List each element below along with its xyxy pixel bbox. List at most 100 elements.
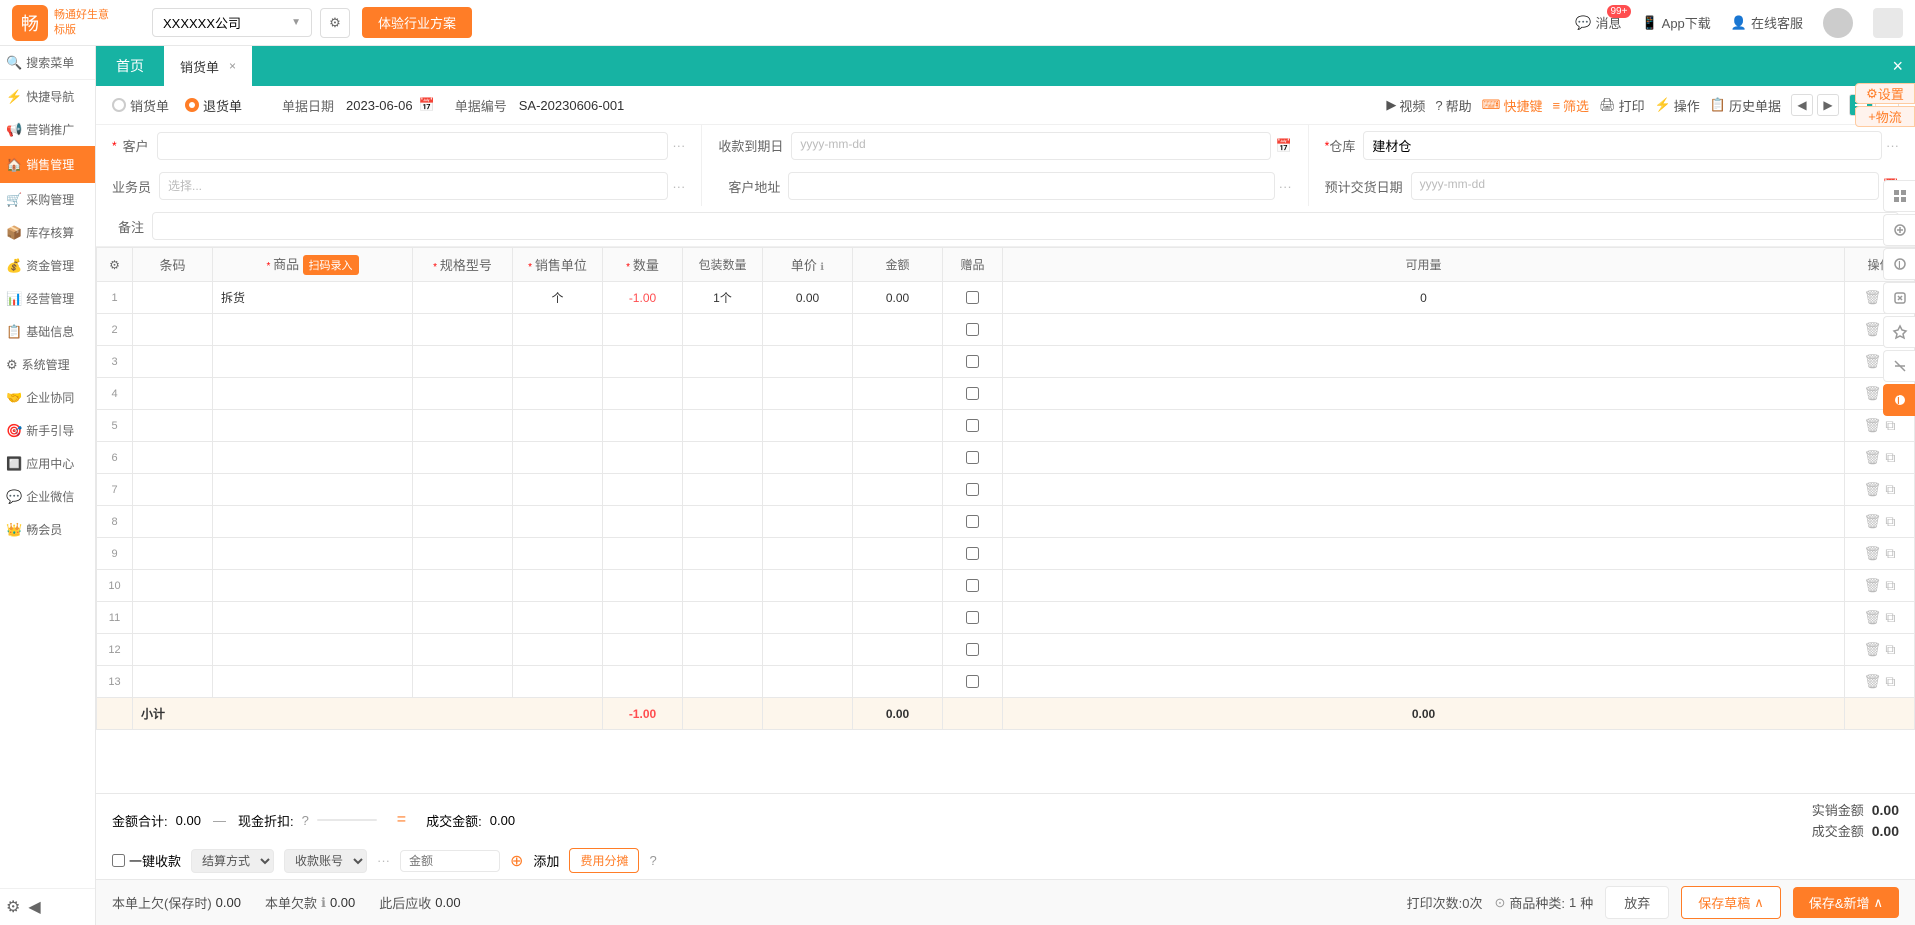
row-amount[interactable]: 0.00: [853, 282, 943, 314]
discount-value-field[interactable]: [317, 819, 377, 821]
delete-row-icon[interactable]: 🗑: [1864, 481, 1882, 498]
product-types-icon[interactable]: ⊙: [1494, 895, 1505, 911]
copy-row-icon[interactable]: ⧉: [1885, 673, 1895, 690]
app-download-button[interactable]: 📱 App下载: [1641, 13, 1710, 32]
gift-checkbox[interactable]: [966, 419, 979, 432]
delete-row-icon[interactable]: 🗑: [1864, 417, 1882, 434]
message-button[interactable]: 💬 消息 99+: [1575, 13, 1621, 32]
customer-dots[interactable]: ···: [672, 138, 685, 153]
settings-button[interactable]: ⚙: [320, 8, 350, 38]
delete-row-icon[interactable]: 🗑: [1864, 353, 1882, 370]
copy-row-icon[interactable]: ⧉: [1885, 417, 1895, 434]
sidebar-item-sales[interactable]: 🏠 销售管理: [0, 146, 95, 183]
help-btn[interactable]: ? 帮助: [1435, 96, 1471, 115]
sidebar-item-app-center[interactable]: 🔲 应用中心: [0, 447, 95, 480]
settings-side-btn[interactable]: ⚙ 设置: [1855, 83, 1915, 104]
remark-input[interactable]: [152, 212, 1899, 240]
avatar[interactable]: [1823, 8, 1853, 38]
debt-info-icon[interactable]: ℹ: [321, 895, 326, 911]
copy-row-icon[interactable]: ⧉: [1885, 513, 1895, 530]
copy-row-icon[interactable]: ⧉: [1885, 609, 1895, 626]
one-click-payment-check[interactable]: [112, 854, 125, 867]
tab-sales-order[interactable]: 销货单 ×: [164, 46, 252, 86]
sidebar-item-purchase[interactable]: 🛒 采购管理: [0, 183, 95, 216]
gift-checkbox[interactable]: [966, 355, 979, 368]
sidebar-item-search[interactable]: 🔍 搜索菜单: [0, 46, 95, 80]
delete-row-icon[interactable]: 🗑: [1864, 385, 1882, 402]
save-draft-btn[interactable]: 保存草稿 ∧: [1681, 886, 1781, 919]
sidebar-item-inventory[interactable]: 📦 库存核算: [0, 216, 95, 249]
copy-row-icon[interactable]: ⧉: [1885, 577, 1895, 594]
discount-info-icon[interactable]: ?: [302, 813, 309, 828]
delete-row-icon[interactable]: 🗑: [1864, 321, 1882, 338]
due-date-calendar-icon[interactable]: 📅: [1275, 138, 1291, 154]
account-select[interactable]: 收款账号: [284, 849, 367, 873]
gift-checkbox[interactable]: [966, 291, 979, 304]
history-btn[interactable]: 📋 历史单据: [1710, 96, 1781, 115]
right-panel-btn-orange[interactable]: i: [1883, 384, 1915, 416]
row-unit[interactable]: 个: [513, 282, 603, 314]
company-selector[interactable]: XXXXXX公司 ▼: [152, 8, 312, 37]
row-qty[interactable]: -1.00: [603, 282, 683, 314]
sidebar-collapse-icon[interactable]: ◀: [28, 897, 40, 917]
radio-return-order[interactable]: 退货单: [185, 96, 242, 115]
sidebar-item-quick-nav[interactable]: ⚡ 快捷导航: [0, 80, 95, 113]
salesperson-input[interactable]: 选择...: [159, 172, 668, 200]
gift-checkbox[interactable]: [966, 611, 979, 624]
calc-method-select[interactable]: 结算方式: [191, 849, 274, 873]
delete-row-icon[interactable]: 🗑: [1864, 513, 1882, 530]
scan-barcode-btn[interactable]: 扫码录入: [303, 255, 359, 275]
row-barcode[interactable]: [133, 282, 213, 314]
account-dots[interactable]: ···: [377, 853, 390, 868]
delete-row-icon[interactable]: 🗑: [1864, 545, 1882, 562]
customer-address-input[interactable]: [788, 172, 1274, 200]
add-payment-icon[interactable]: ⊕: [510, 851, 523, 871]
right-panel-btn-6[interactable]: [1883, 350, 1915, 382]
row-price[interactable]: 0.00: [763, 282, 853, 314]
right-panel-btn-4[interactable]: [1883, 282, 1915, 314]
sidebar-item-wechat[interactable]: 💬 企业微信: [0, 480, 95, 513]
prev-arrow[interactable]: ◀: [1791, 94, 1813, 116]
online-service-button[interactable]: 👤 在线客服: [1731, 13, 1803, 32]
gift-checkbox[interactable]: [966, 643, 979, 656]
right-panel-btn-1[interactable]: [1883, 180, 1915, 212]
video-btn[interactable]: ▶ 视频: [1386, 96, 1425, 115]
sidebar-item-marketing[interactable]: 📢 营销推广: [0, 113, 95, 146]
copy-row-icon[interactable]: ⧉: [1885, 449, 1895, 466]
shortcut-btn[interactable]: ⌨ 快捷键: [1482, 96, 1543, 115]
gift-checkbox[interactable]: [966, 451, 979, 464]
sidebar-item-finance[interactable]: 💰 资金管理: [0, 249, 95, 282]
sidebar-item-guide[interactable]: 🎯 新手引导: [0, 414, 95, 447]
abandon-btn[interactable]: 放弃: [1605, 886, 1669, 919]
tab-home[interactable]: 首页: [96, 46, 164, 86]
warehouse-dots[interactable]: ···: [1886, 138, 1899, 153]
save-new-btn[interactable]: 保存&新增 ∧: [1793, 887, 1899, 918]
price-info-icon[interactable]: ℹ: [820, 262, 824, 273]
calendar-icon[interactable]: 📅: [419, 97, 435, 113]
tab-close-icon[interactable]: ×: [229, 59, 236, 73]
copy-row-icon[interactable]: ⧉: [1885, 641, 1895, 658]
delete-row-icon[interactable]: 🗑: [1864, 641, 1882, 658]
try-industry-button[interactable]: 体验行业方案: [362, 7, 472, 38]
customer-input[interactable]: [157, 132, 669, 160]
sidebar-item-enterprise[interactable]: 🤝 企业协同: [0, 381, 95, 414]
gift-checkbox[interactable]: [966, 675, 979, 688]
one-click-payment-checkbox[interactable]: 一键收款: [112, 851, 181, 870]
sidebar-item-basics[interactable]: 📋 基础信息: [0, 315, 95, 348]
delete-row-icon[interactable]: 🗑: [1864, 577, 1882, 594]
copy-row-icon[interactable]: ⧉: [1885, 545, 1895, 562]
delete-row-icon[interactable]: 🗑: [1864, 449, 1882, 466]
gift-checkbox[interactable]: [966, 515, 979, 528]
operate-btn[interactable]: ⚡ 操作: [1655, 96, 1700, 115]
right-panel-btn-3[interactable]: i: [1883, 248, 1915, 280]
gift-checkbox[interactable]: [966, 483, 979, 496]
avatar-btn[interactable]: [1873, 8, 1903, 38]
sidebar-settings-icon[interactable]: ⚙: [6, 897, 20, 917]
gift-checkbox[interactable]: [966, 387, 979, 400]
payment-amount-input[interactable]: [400, 850, 500, 872]
copy-row-icon[interactable]: ⧉: [1885, 481, 1895, 498]
logistics-side-btn[interactable]: + 物流: [1855, 106, 1915, 127]
next-arrow[interactable]: ▶: [1817, 94, 1839, 116]
row-gift[interactable]: [943, 282, 1003, 314]
salesperson-dots[interactable]: ···: [672, 179, 685, 194]
